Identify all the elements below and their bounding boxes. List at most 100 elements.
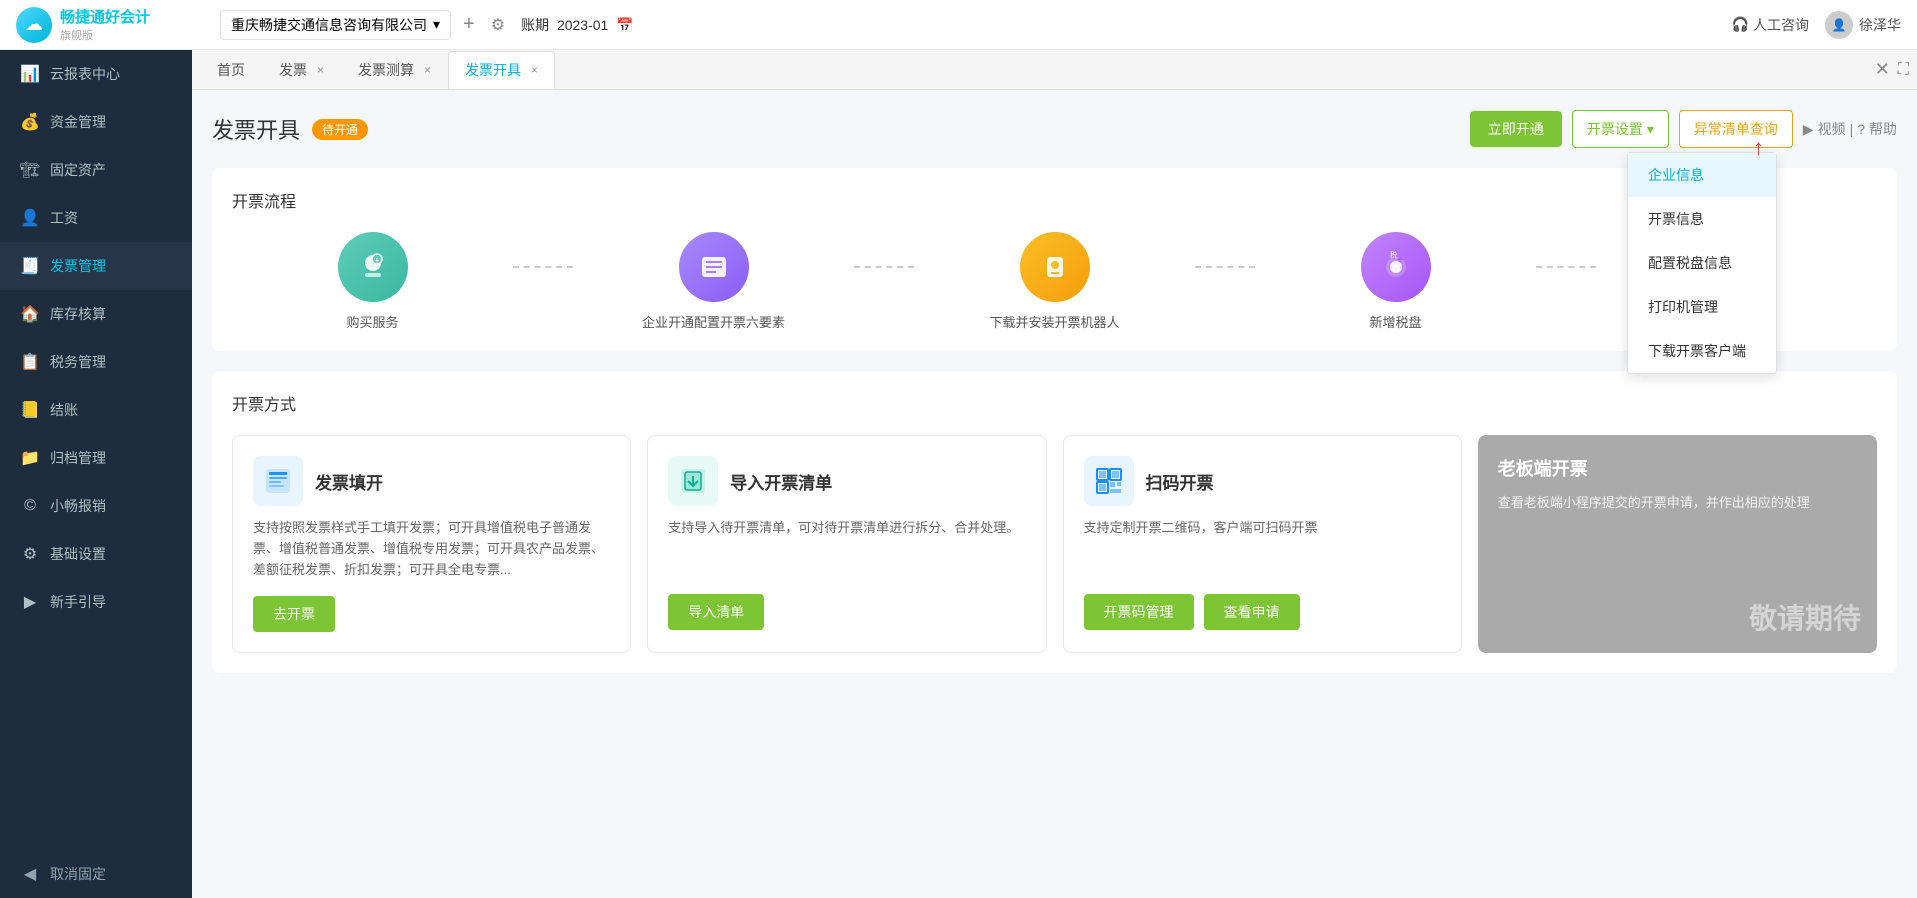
methods-section-title: 开票方式: [232, 391, 1877, 415]
tab-home[interactable]: 首页: [200, 51, 262, 88]
flow-step-1: + 购买服务: [232, 232, 513, 331]
company-name: 重庆畅捷交通信息咨询有限公司: [231, 15, 427, 35]
dropdown-item-invoice-info[interactable]: 开票信息: [1628, 197, 1776, 241]
consult-button[interactable]: 🎧 人工咨询: [1732, 15, 1809, 35]
abnormal-list-button[interactable]: 异常清单查询: [1679, 110, 1793, 148]
tab-invoice[interactable]: 发票 ×: [262, 51, 341, 88]
flow-step-2: 企业开通配置开票六要素: [573, 232, 854, 331]
guide-icon: ▶: [20, 592, 40, 612]
cloud-report-icon: 📊: [20, 64, 40, 84]
chevron-down-icon: ▾: [1647, 121, 1654, 138]
dropdown-item-printer[interactable]: 打印机管理: [1628, 285, 1776, 329]
header-actions: 立即开通 开票设置 ▾ 异常清单查询 ▶ 视频 | ? 帮助: [1470, 110, 1897, 148]
calendar-icon: 📅: [616, 17, 633, 33]
close-accounts-icon: 📒: [20, 400, 40, 420]
flow-step-3: 下载并安装开票机器人: [914, 232, 1195, 331]
boss-card-desc: 查看老板端小程序提交的开票申请，并作出相应的处理: [1498, 493, 1857, 514]
method-fill-header: 发票填开: [253, 456, 610, 506]
sidebar-item-unpin[interactable]: ◀ 取消固定: [0, 850, 192, 898]
logo-sub: 旗舰版: [60, 27, 150, 43]
method-import-desc: 支持导入待开票清单，可对待开票清单进行拆分、合并处理。: [668, 518, 1025, 578]
import-list-button[interactable]: 导入清单: [668, 594, 764, 630]
dropdown-item-download-client[interactable]: 下载开票客户端: [1628, 329, 1776, 373]
maximize-button[interactable]: ⛶: [1898, 61, 1909, 79]
logo-title: 畅捷通好会计: [60, 6, 150, 27]
unpin-icon: ◀: [20, 864, 40, 884]
sidebar-item-finance[interactable]: 💰 资金管理: [0, 98, 192, 146]
fixed-assets-icon: 🏗: [20, 160, 40, 180]
question-icon: ?: [1857, 121, 1865, 137]
sidebar-item-guide[interactable]: ▶ 新手引导: [0, 578, 192, 626]
top-actions: + ⚙ 账期 2023-01 📅: [463, 13, 634, 36]
method-qr-icon: [1084, 456, 1134, 506]
method-import-icon: [668, 456, 718, 506]
methods-grid: 发票填开 支持按照发票样式手工填开发票；可开具增值税电子普通发票、增值税普通发票…: [232, 435, 1877, 653]
sidebar-item-inventory[interactable]: 🏠 库存核算: [0, 290, 192, 338]
flow-icon-4: + 税: [1361, 232, 1431, 302]
dropdown-item-tax-config[interactable]: 配置税盘信息: [1628, 241, 1776, 285]
close-tab-open[interactable]: ×: [531, 63, 538, 77]
tab-invoice-calc[interactable]: 发票测算 ×: [341, 51, 448, 88]
play-icon: ▶: [1803, 121, 1814, 138]
fill-invoice-button[interactable]: 去开票: [253, 596, 335, 632]
logo-text: 畅捷通好会计 旗舰版: [60, 6, 150, 43]
close-tab-calc[interactable]: ×: [424, 63, 431, 77]
sidebar-item-close-accounts[interactable]: 📒 结账: [0, 386, 192, 434]
sidebar-item-tax[interactable]: 📋 税务管理: [0, 338, 192, 386]
flow-divider-2: [854, 266, 914, 268]
method-qr-desc: 支持定制开票二维码，客户端可扫码开票: [1084, 518, 1441, 578]
expense-icon: ©: [20, 496, 40, 516]
flow-step-4: + 税 新增税盘: [1255, 232, 1536, 331]
sidebar-item-expense[interactable]: © 小畅报销: [0, 482, 192, 530]
user-info[interactable]: 👤 徐泽华: [1825, 11, 1901, 39]
settings-dropdown: ↑ 企业信息 开票信息 配置税盘信息: [1627, 152, 1777, 374]
sidebar-item-cloud-report[interactable]: 📊 云报表中心: [0, 50, 192, 98]
sidebar-bottom: ◀ 取消固定: [0, 850, 192, 898]
flow-divider-3: [1195, 266, 1255, 268]
method-card-boss: 老板端开票 查看老板端小程序提交的开票申请，并作出相应的处理 敬请期待: [1478, 435, 1877, 653]
sidebar-item-settings[interactable]: ⚙ 基础设置: [0, 530, 192, 578]
archive-icon: 📁: [20, 448, 40, 468]
close-tab-invoice[interactable]: ×: [317, 63, 324, 77]
status-badge: 待开通: [312, 119, 368, 140]
flow-icon-1: +: [338, 232, 408, 302]
close-window-button[interactable]: ✕: [1875, 59, 1890, 80]
logo-icon: ☁: [16, 7, 52, 43]
logo-area: ☁ 畅捷通好会计 旗舰版: [16, 6, 208, 43]
qr-manage-button[interactable]: 开票码管理: [1084, 594, 1194, 630]
period-label: 账期 2023-01 📅: [521, 15, 634, 35]
boss-card-title: 老板端开票: [1498, 455, 1857, 481]
method-card-import: 导入开票清单 支持导入待开票清单，可对待开票清单进行拆分、合并处理。 导入清单: [647, 435, 1046, 653]
username: 徐泽华: [1859, 15, 1901, 35]
settings-button[interactable]: 开票设置 ▾: [1572, 110, 1669, 148]
settings-icon: ⚙: [20, 544, 40, 564]
main-area: 📊 云报表中心 💰 资金管理 🏗 固定资产 👤 工资 🧾 发票管理 🏠: [0, 50, 1917, 898]
method-import-header: 导入开票清单: [668, 456, 1025, 506]
sidebar-item-invoice[interactable]: 🧾 发票管理: [0, 242, 192, 290]
sidebar-item-archive[interactable]: 📁 归档管理: [0, 434, 192, 482]
top-right: 🎧 人工咨询 👤 徐泽华: [1732, 11, 1901, 39]
salary-icon: 👤: [20, 208, 40, 228]
chevron-down-icon: ▾: [433, 16, 440, 33]
svg-text:+: +: [1397, 255, 1403, 266]
tab-invoice-open[interactable]: 发票开具 ×: [448, 51, 555, 89]
flow-icon-2: [679, 232, 749, 302]
flow-divider-4: [1536, 266, 1596, 268]
activate-button[interactable]: 立即开通: [1470, 111, 1562, 147]
add-company-button[interactable]: +: [463, 13, 475, 36]
page-content: 发票开具 待开通 立即开通 开票设置 ▾ 异常清单查询 ▶ 视频: [192, 90, 1917, 898]
page-header: 发票开具 待开通 立即开通 开票设置 ▾ 异常清单查询 ▶ 视频: [212, 110, 1897, 148]
sidebar-item-fixed-assets[interactable]: 🏗 固定资产: [0, 146, 192, 194]
company-selector[interactable]: 重庆畅捷交通信息咨询有限公司 ▾: [220, 10, 451, 40]
invoice-icon: 🧾: [20, 256, 40, 276]
view-apply-button[interactable]: 查看申请: [1204, 594, 1300, 630]
sidebar: 📊 云报表中心 💰 资金管理 🏗 固定资产 👤 工资 🧾 发票管理 🏠: [0, 50, 192, 898]
method-card-qr: 扫码开票 支持定制开票二维码，客户端可扫码开票 开票码管理 查看申请: [1063, 435, 1462, 653]
headset-icon: 🎧: [1732, 16, 1749, 33]
svg-text:+: +: [374, 256, 379, 265]
video-help-button[interactable]: ▶ 视频 | ? 帮助: [1803, 119, 1897, 139]
sidebar-item-salary[interactable]: 👤 工资: [0, 194, 192, 242]
method-card-fill: 发票填开 支持按照发票样式手工填开发票；可开具增值税电子普通发票、增值税普通发票…: [232, 435, 631, 653]
settings-button[interactable]: ⚙: [491, 15, 505, 35]
flow-divider-1: [513, 266, 573, 268]
